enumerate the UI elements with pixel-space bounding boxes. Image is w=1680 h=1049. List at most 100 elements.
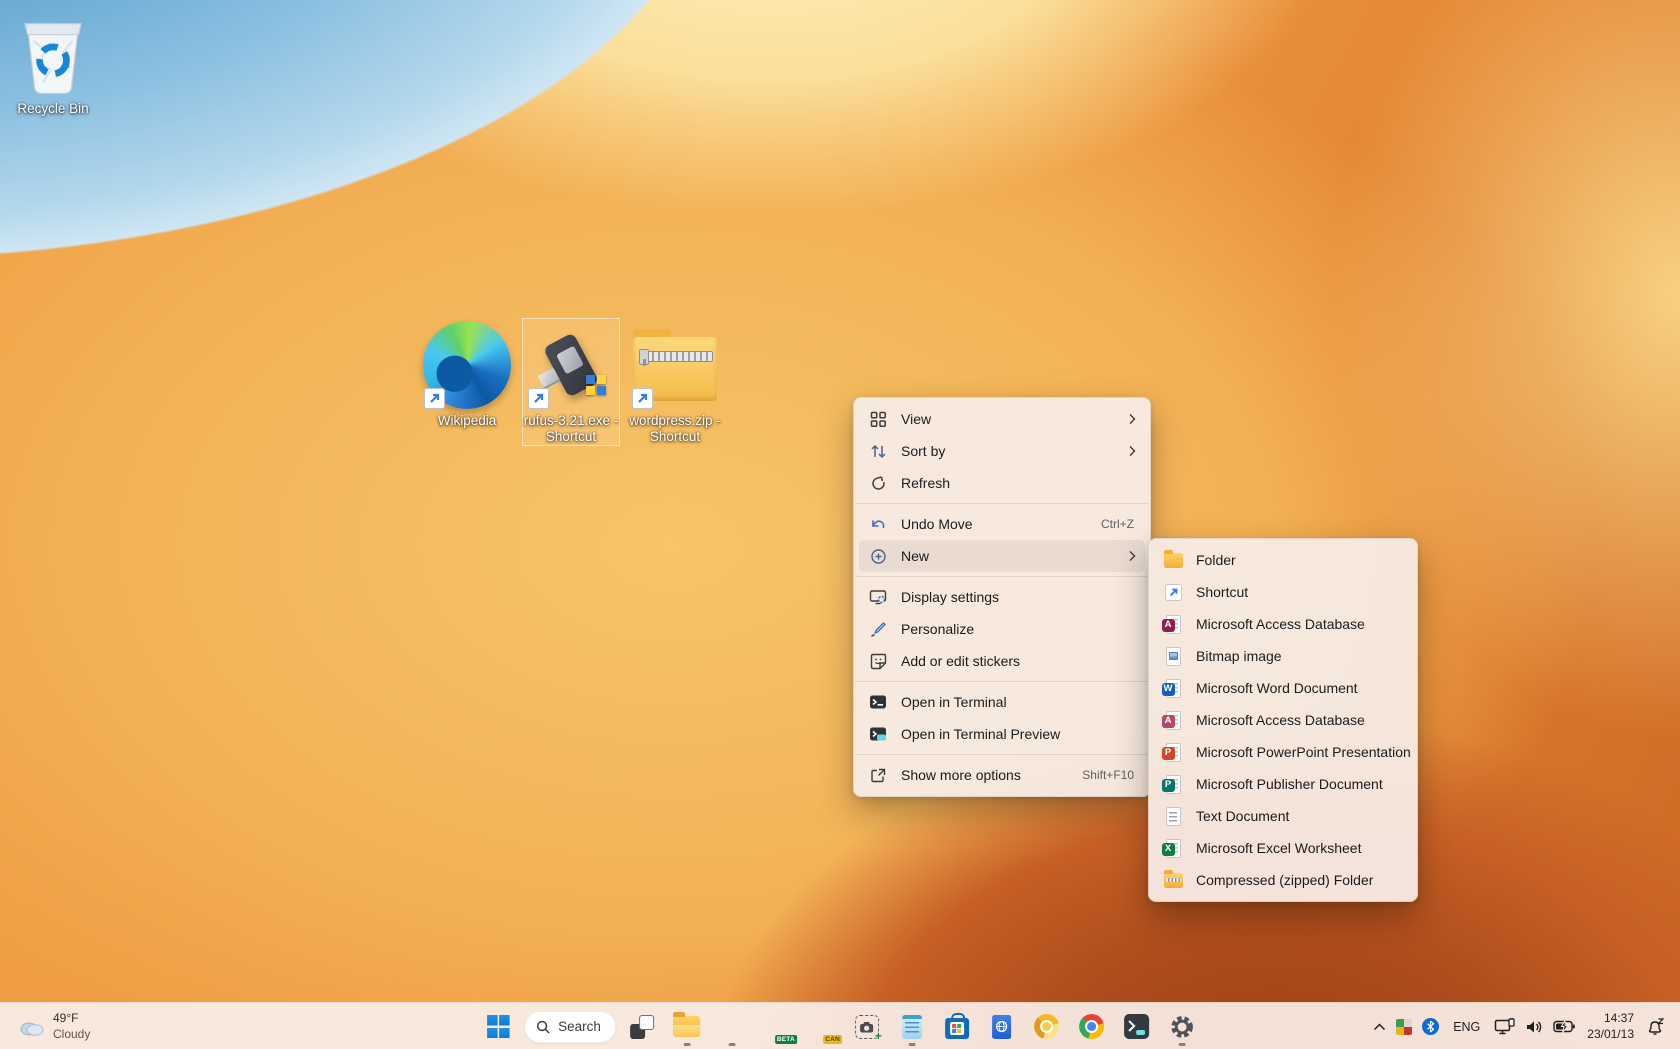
- task-view-icon: [629, 1014, 654, 1039]
- speaker-icon: [1527, 1021, 1542, 1032]
- menu-item-display-settings[interactable]: Display settings: [859, 581, 1145, 613]
- chevron-right-icon: [1124, 413, 1136, 425]
- access-file-icon: A: [1161, 614, 1183, 634]
- microsoft-store-button[interactable]: [938, 1007, 976, 1047]
- snipping-tool-icon: +: [854, 1014, 882, 1042]
- menu-item-open-terminal[interactable]: Open in Terminal: [859, 686, 1145, 718]
- taskbar: 49°F Cloudy Search BETA CAN + ENG 14:37 …: [0, 1002, 1680, 1049]
- search-box[interactable]: Search: [524, 1010, 616, 1043]
- notepad-button[interactable]: [893, 1007, 931, 1047]
- submenu-item-word-document[interactable]: W Microsoft Word Document: [1154, 672, 1412, 704]
- recycle-bin-icon: [8, 7, 98, 99]
- desktop-icon-label: rufus-3.21.exe -: [523, 413, 619, 428]
- web-document-icon: [992, 1014, 1012, 1039]
- settings-button[interactable]: [1163, 1007, 1201, 1047]
- volume-button[interactable]: [1520, 1007, 1548, 1047]
- shortcut-arrow-icon: [424, 388, 445, 409]
- desktop-icon-label: Wikipedia: [437, 413, 497, 428]
- menu-item-stickers[interactable]: Add or edit stickers: [859, 645, 1145, 677]
- windows-logo-icon: [486, 1015, 510, 1038]
- desktop-icon-label-line2: Shortcut: [545, 428, 597, 444]
- submenu-item-bitmap-image[interactable]: Bitmap image: [1154, 640, 1412, 672]
- access-file-icon: A: [1161, 710, 1183, 730]
- clock[interactable]: 14:37 23/01/13: [1580, 1011, 1641, 1042]
- shortcut-arrow-icon: [632, 388, 653, 409]
- submenu-item-powerpoint-presentation[interactable]: P Microsoft PowerPoint Presentation: [1154, 736, 1412, 768]
- display-settings-icon: [868, 587, 888, 607]
- battery-charging-icon: [1553, 1020, 1576, 1033]
- chrome-canary-button[interactable]: [1028, 1007, 1066, 1047]
- task-view-button[interactable]: [623, 1007, 661, 1047]
- chrome-canary-icon: [1034, 1014, 1060, 1039]
- network-button[interactable]: [1489, 1007, 1520, 1047]
- submenu-item-excel-worksheet[interactable]: X Microsoft Excel Worksheet: [1154, 832, 1412, 864]
- submenu-item-shortcut[interactable]: Shortcut: [1154, 576, 1412, 608]
- desktop-icon-wordpress-zip[interactable]: wordpress.zip - Shortcut: [626, 318, 724, 446]
- desktop-icon-recycle-bin[interactable]: Recycle Bin: [4, 6, 102, 118]
- canary-badge: CAN: [823, 1034, 842, 1044]
- edge-canary-button[interactable]: CAN: [803, 1007, 842, 1047]
- menu-item-refresh[interactable]: Refresh: [859, 467, 1145, 499]
- menu-separator: [855, 576, 1149, 577]
- sort-icon: [868, 441, 888, 461]
- menu-item-undo-move[interactable]: Undo Move Ctrl+Z: [859, 508, 1145, 540]
- chrome-icon: [1079, 1014, 1105, 1039]
- submenu-item-folder[interactable]: Folder: [1154, 544, 1412, 576]
- desktop-icon-label-line2: Shortcut: [649, 428, 701, 444]
- submenu-item-access-database-2[interactable]: A Microsoft Access Database: [1154, 704, 1412, 736]
- chevron-right-icon: [1124, 445, 1136, 457]
- bitmap-file-icon: [1163, 646, 1183, 666]
- edge-button[interactable]: [713, 1007, 751, 1047]
- menu-item-show-more-options[interactable]: Show more options Shift+F10: [859, 759, 1145, 791]
- file-explorer-button[interactable]: [668, 1007, 706, 1047]
- snipping-tool-button[interactable]: +: [848, 1007, 886, 1047]
- bell-dnd-icon: [1648, 1017, 1665, 1035]
- submenu-item-text-document[interactable]: Text Document: [1154, 800, 1412, 832]
- desktop-icon-label: Recycle Bin: [17, 101, 89, 116]
- chevron-up-icon: [1374, 1022, 1386, 1030]
- view-grid-icon: [868, 409, 888, 429]
- folder-icon: [1163, 549, 1183, 570]
- terminal-preview-icon: [868, 724, 888, 744]
- widgets-weather-button[interactable]: 49°F Cloudy: [12, 1003, 96, 1049]
- search-icon: [536, 1020, 550, 1034]
- submenu-item-compressed-folder[interactable]: Compressed (zipped) Folder: [1154, 864, 1412, 896]
- bluetooth-button[interactable]: [1417, 1007, 1444, 1047]
- terminal-button[interactable]: [1118, 1007, 1156, 1047]
- desktop-icon-rufus[interactable]: rufus-3.21.exe - Shortcut: [522, 318, 620, 446]
- menu-item-view[interactable]: View: [859, 403, 1145, 435]
- refresh-icon: [868, 473, 888, 493]
- submenu-item-publisher-document[interactable]: P Microsoft Publisher Document: [1154, 768, 1412, 800]
- text-file-icon: [1163, 806, 1183, 826]
- menu-item-new[interactable]: New: [859, 540, 1145, 572]
- tray-show-hidden-icons-button[interactable]: [1368, 1007, 1391, 1047]
- word-file-icon: W: [1161, 678, 1183, 698]
- shortcut-icon: [1163, 582, 1183, 602]
- shortcut-arrow-icon: [528, 388, 549, 409]
- notepad-icon: [901, 1014, 922, 1039]
- powerpoint-file-icon: P: [1161, 742, 1183, 762]
- menu-separator: [855, 754, 1149, 755]
- language-indicator[interactable]: ENG: [1444, 1007, 1489, 1047]
- new-plus-icon: [868, 546, 888, 566]
- edge-beta-button[interactable]: BETA: [758, 1007, 797, 1047]
- show-more-icon: [868, 765, 888, 785]
- chrome-button[interactable]: [1073, 1007, 1111, 1047]
- file-explorer-icon: [673, 1012, 701, 1037]
- terminal-app-icon: [1124, 1014, 1150, 1039]
- desktop-icon-label: wordpress.zip -: [629, 413, 721, 428]
- start-button[interactable]: [479, 1007, 517, 1047]
- desktop-icon-wikipedia[interactable]: Wikipedia: [418, 318, 516, 430]
- beta-badge: BETA: [774, 1034, 797, 1044]
- submenu-item-access-database[interactable]: A Microsoft Access Database: [1154, 608, 1412, 640]
- menu-item-open-terminal-preview[interactable]: Open in Terminal Preview: [859, 718, 1145, 750]
- notification-center-button[interactable]: [1641, 1007, 1670, 1047]
- menu-item-personalize[interactable]: Personalize: [859, 613, 1145, 645]
- web-document-button[interactable]: [983, 1007, 1021, 1047]
- tray-app-icon[interactable]: [1391, 1007, 1417, 1047]
- battery-button[interactable]: [1548, 1007, 1580, 1047]
- stickers-icon: [868, 651, 888, 671]
- chevron-right-icon: [1124, 550, 1136, 562]
- menu-item-sort-by[interactable]: Sort by: [859, 435, 1145, 467]
- zipped-folder-icon: [1163, 869, 1183, 890]
